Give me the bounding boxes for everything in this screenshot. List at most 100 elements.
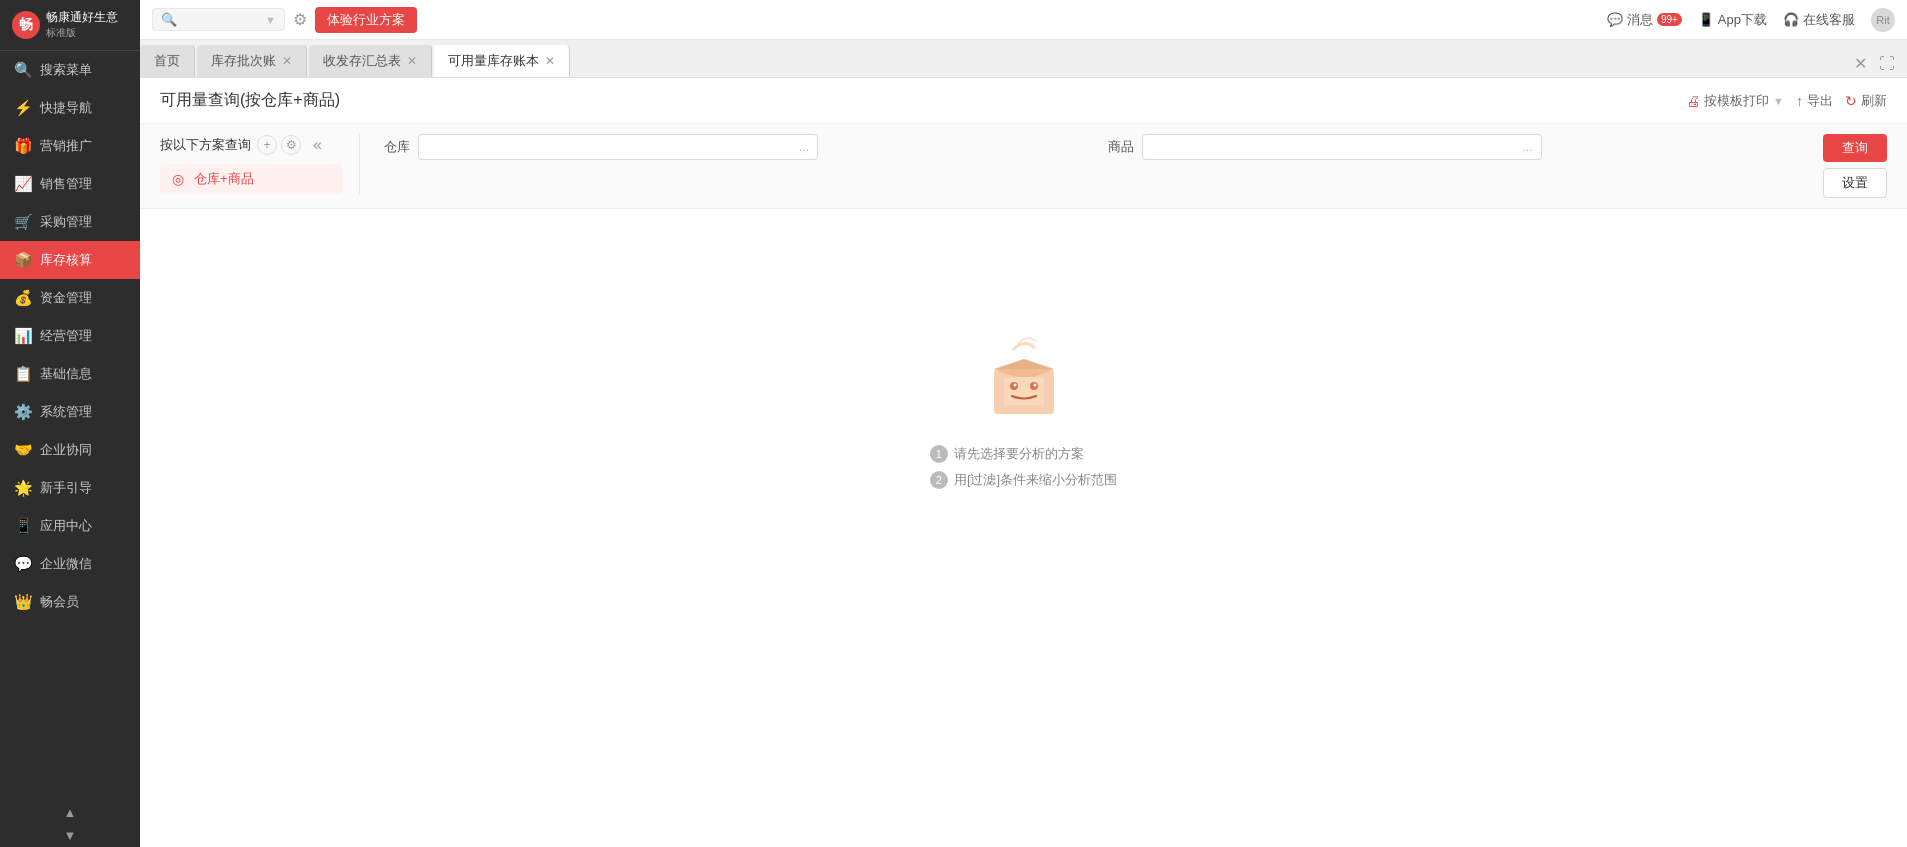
warehouse-more-btn[interactable]: ... <box>799 140 809 154</box>
svg-rect-1 <box>1004 377 1044 405</box>
export-label: 导出 <box>1807 92 1833 110</box>
sidebar-item-finance-label: 资金管理 <box>40 289 92 307</box>
tab-receive-summary-close[interactable]: ✕ <box>407 55 417 67</box>
page-header: 可用量查询(按仓库+商品) 🖨 按模板打印 ▼ ↑ 导出 ↻ 刷新 <box>140 78 1907 124</box>
filter-row-1: 仓库 ... 商品 ... <box>380 134 1807 160</box>
print-icon: 🖨 <box>1686 93 1700 109</box>
system-icon: ⚙️ <box>14 403 32 421</box>
tab-available-ledger-close[interactable]: ✕ <box>545 55 555 67</box>
sidebar-item-inventory[interactable]: 📦 库存核算 <box>0 241 140 279</box>
sidebar-item-operation[interactable]: 📊 经营管理 <box>0 317 140 355</box>
empty-tips: 1 请先选择要分析的方案 2 用[过滤]条件来缩小分析范围 <box>930 445 1117 489</box>
tab-available-ledger[interactable]: 可用量库存账本 ✕ <box>434 45 570 77</box>
scheme-warehouse-product[interactable]: ◎ 仓库+商品 <box>160 164 343 194</box>
scheme-icon: ◎ <box>168 169 188 189</box>
app-download-label: App下载 <box>1718 11 1767 29</box>
sidebar-item-purchase[interactable]: 🛒 采购管理 <box>0 203 140 241</box>
sidebar-item-new-guide[interactable]: 🌟 新手引导 <box>0 469 140 507</box>
empty-tip-1: 1 请先选择要分析的方案 <box>930 445 1117 463</box>
add-scheme-button[interactable]: + <box>257 135 277 155</box>
sidebar-scroll: 🔍 搜索菜单 ⚡ 快捷导航 🎁 营销推广 📈 销售管理 🛒 采购管理 📦 库存核… <box>0 51 140 801</box>
print-action[interactable]: 🖨 按模板打印 ▼ <box>1686 92 1784 110</box>
sidebar-item-quick-nav[interactable]: ⚡ 快捷导航 <box>0 89 140 127</box>
tabs-actions: ✕ ⛶ <box>1850 50 1907 77</box>
product-input[interactable]: ... <box>1142 134 1542 160</box>
message-label: 消息 <box>1627 11 1653 29</box>
query-button[interactable]: 查询 <box>1823 134 1887 162</box>
tab-batch-ledger-close[interactable]: ✕ <box>282 55 292 67</box>
refresh-action[interactable]: ↻ 刷新 <box>1845 92 1887 110</box>
headset-icon: 🎧 <box>1783 12 1799 27</box>
topbar-search-box[interactable]: 🔍 ▼ <box>152 8 285 31</box>
message-badge: 99+ <box>1657 13 1682 26</box>
sidebar-item-member[interactable]: 👑 畅会员 <box>0 583 140 621</box>
empty-tip-2: 2 用[过滤]条件来缩小分析范围 <box>930 471 1117 489</box>
tabs-bar: 首页 库存批次账 ✕ 收发存汇总表 ✕ 可用量库存账本 ✕ ✕ ⛶ <box>140 40 1907 78</box>
page-content: 可用量查询(按仓库+商品) 🖨 按模板打印 ▼ ↑ 导出 ↻ 刷新 <box>140 78 1907 847</box>
app-download-item[interactable]: 📱 App下载 <box>1698 11 1767 29</box>
sidebar-item-sales-label: 销售管理 <box>40 175 92 193</box>
filter-settings-button[interactable]: 设置 <box>1823 168 1887 198</box>
settings-gear-icon[interactable]: ⚙ <box>293 10 307 29</box>
print-label: 按模板打印 <box>1704 92 1769 110</box>
purchase-icon: 🛒 <box>14 213 32 231</box>
export-action[interactable]: ↑ 导出 <box>1796 92 1833 110</box>
tab-receive-summary[interactable]: 收发存汇总表 ✕ <box>309 45 432 77</box>
topbar-search-input[interactable] <box>181 13 261 27</box>
sidebar-item-basic-info-label: 基础信息 <box>40 365 92 383</box>
sidebar-item-inventory-label: 库存核算 <box>40 251 92 269</box>
online-service-item[interactable]: 🎧 在线客服 <box>1783 11 1855 29</box>
product-field: 商品 ... <box>1104 134 1808 160</box>
sidebar-scroll-down[interactable]: ▼ <box>0 824 140 847</box>
sidebar-item-corp-wechat[interactable]: 💬 企业微信 <box>0 545 140 583</box>
tab-home-label: 首页 <box>154 52 180 70</box>
message-item[interactable]: 💬 消息 99+ <box>1607 11 1682 29</box>
export-icon: ↑ <box>1796 93 1803 109</box>
corp-wechat-icon: 💬 <box>14 555 32 573</box>
search-icon: 🔍 <box>161 12 177 27</box>
empty-illustration <box>974 329 1074 429</box>
sidebar-item-system[interactable]: ⚙️ 系统管理 <box>0 393 140 431</box>
solution-button[interactable]: 体验行业方案 <box>315 7 417 33</box>
operation-icon: 📊 <box>14 327 32 345</box>
sidebar-item-app-center[interactable]: 📱 应用中心 <box>0 507 140 545</box>
filter-fields: 仓库 ... 商品 ... <box>360 134 1807 160</box>
sidebar-item-new-guide-label: 新手引导 <box>40 479 92 497</box>
sidebar-item-search[interactable]: 🔍 搜索菜单 <box>0 51 140 89</box>
app-download-icon: 📱 <box>1698 12 1714 27</box>
product-label: 商品 <box>1104 138 1134 156</box>
print-dropdown-icon: ▼ <box>1773 95 1784 107</box>
collapse-scheme-button[interactable]: « <box>307 134 328 156</box>
logo-sub: 标准版 <box>46 26 118 40</box>
finance-icon: 💰 <box>14 289 32 307</box>
tab-close-button[interactable]: ✕ <box>1850 50 1871 77</box>
page-title: 可用量查询(按仓库+商品) <box>160 90 340 111</box>
scheme-label: 仓库+商品 <box>194 170 254 188</box>
settings-scheme-button[interactable]: ⚙ <box>281 135 301 155</box>
filter-scheme-panel: 按以下方案查询 + ⚙ « ◎ 仓库+商品 <box>160 134 360 194</box>
warehouse-field: 仓库 ... <box>380 134 1084 160</box>
tab-receive-summary-label: 收发存汇总表 <box>323 52 401 70</box>
logo-icon: 畅 <box>12 11 40 39</box>
sidebar-item-sales[interactable]: 📈 销售管理 <box>0 165 140 203</box>
sidebar-item-marketing[interactable]: 🎁 营销推广 <box>0 127 140 165</box>
tab-maximize-button[interactable]: ⛶ <box>1875 51 1899 77</box>
tab-batch-ledger[interactable]: 库存批次账 ✕ <box>197 45 307 77</box>
sidebar-item-corp-collab[interactable]: 🤝 企业协同 <box>0 431 140 469</box>
warehouse-input[interactable]: ... <box>418 134 818 160</box>
filter-scheme-header: 按以下方案查询 + ⚙ « <box>160 134 343 156</box>
sidebar-scroll-up[interactable]: ▲ <box>0 801 140 824</box>
tab-home[interactable]: 首页 <box>140 45 195 77</box>
sidebar: 畅 畅康通好生意 标准版 🔍 搜索菜单 ⚡ 快捷导航 🎁 营销推广 📈 销售管理… <box>0 0 140 847</box>
empty-tip-2-text: 用[过滤]条件来缩小分析范围 <box>954 471 1117 489</box>
svg-point-4 <box>1013 384 1016 387</box>
tab-batch-ledger-label: 库存批次账 <box>211 52 276 70</box>
sidebar-item-marketing-label: 营销推广 <box>40 137 92 155</box>
sidebar-item-finance[interactable]: 💰 资金管理 <box>0 279 140 317</box>
product-more-btn[interactable]: ... <box>1522 140 1532 154</box>
sidebar-item-basic-info[interactable]: 📋 基础信息 <box>0 355 140 393</box>
tab-available-ledger-label: 可用量库存账本 <box>448 52 539 70</box>
user-avatar[interactable]: Rit <box>1871 8 1895 32</box>
refresh-label: 刷新 <box>1861 92 1887 110</box>
basic-info-icon: 📋 <box>14 365 32 383</box>
